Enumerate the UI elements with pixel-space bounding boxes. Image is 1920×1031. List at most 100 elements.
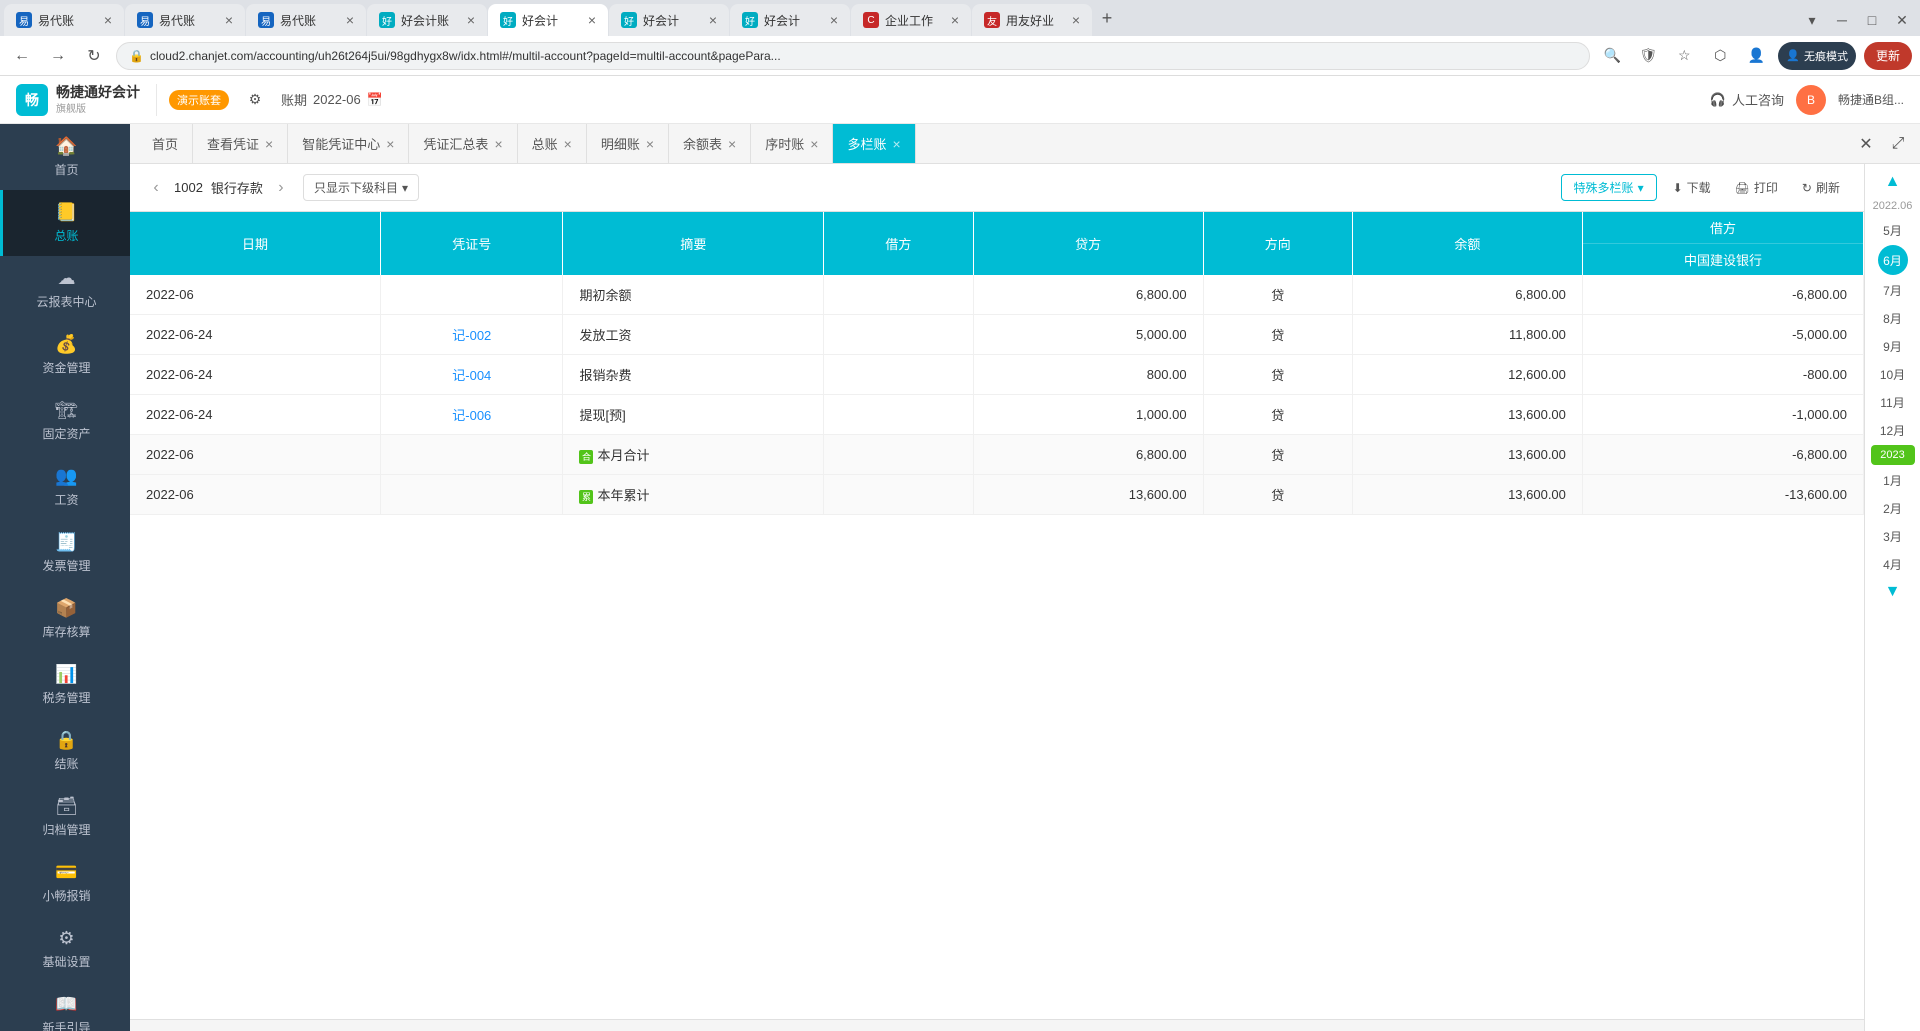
profile-button[interactable]: 👤 xyxy=(1742,42,1770,70)
tab-detail-ledger[interactable]: 明细账 × xyxy=(587,124,669,163)
shield-button[interactable]: 🛡 xyxy=(1634,42,1662,70)
calendar-icon[interactable]: 📅 xyxy=(367,92,383,108)
url-bar[interactable]: 🔒 cloud2.chanjet.com/accounting/uh26t264… xyxy=(116,42,1590,70)
cal-month-dec[interactable]: 12月 xyxy=(1871,417,1915,443)
new-tab-button[interactable]: + xyxy=(1093,4,1121,32)
bookmark-button[interactable]: ☆ xyxy=(1670,42,1698,70)
sidebar-item-guide[interactable]: 📖 新手引导 xyxy=(0,982,130,1031)
back-button[interactable]: ← xyxy=(8,42,36,70)
tab-multi-col[interactable]: 多栏账 × xyxy=(833,124,915,163)
browser-tab-5[interactable]: 好 好会计 × xyxy=(488,4,608,36)
cal-month-aug[interactable]: 8月 xyxy=(1871,305,1915,331)
browser-tab-7[interactable]: 好 好会计 × xyxy=(730,4,850,36)
download-button[interactable]: ⬇ 下载 xyxy=(1665,175,1719,200)
tab-view-voucher-close[interactable]: × xyxy=(265,136,273,152)
cal-month-nov[interactable]: 11月 xyxy=(1871,389,1915,415)
search-button[interactable]: 🔍 xyxy=(1598,42,1626,70)
cal-month-mar[interactable]: 3月 xyxy=(1871,523,1915,549)
ledger-table-container: 日期 凭证号 摘要 借方 贷方 方向 余额 借方 中国建设银行 xyxy=(130,212,1864,1019)
tab-dropdown-button[interactable]: ▾ xyxy=(1798,6,1826,34)
restore-button[interactable]: □ xyxy=(1858,6,1886,34)
tab-icon-6: 好 xyxy=(621,12,637,28)
row2-voucher[interactable]: 记-004 xyxy=(381,355,563,395)
cal-month-may[interactable]: 5月 xyxy=(1871,217,1915,243)
refresh-button[interactable]: ↻ 刷新 xyxy=(1794,175,1848,200)
funds-icon: 💰 xyxy=(55,334,77,355)
cal-month-jun[interactable]: 6月 xyxy=(1878,245,1908,275)
tab-multi-col-close[interactable]: × xyxy=(892,136,900,152)
sidebar-item-ledger[interactable]: 📒 总账 xyxy=(0,190,130,256)
bottom-scrollbar[interactable] xyxy=(130,1019,1864,1031)
multi-col-button[interactable]: 特殊多栏账 ▾ xyxy=(1561,174,1657,201)
next-account-button[interactable]: › xyxy=(271,178,291,198)
sidebar-item-home[interactable]: 🏠 首页 xyxy=(0,124,130,190)
tab-view-voucher[interactable]: 查看凭证 × xyxy=(193,124,288,163)
cal-month-jan[interactable]: 1月 xyxy=(1871,467,1915,493)
print-button[interactable]: 🖨 打印 xyxy=(1727,175,1786,200)
header-settings-icon[interactable]: ⚙ xyxy=(241,86,269,114)
browser-tab-4[interactable]: 好 好会计账 × xyxy=(367,4,487,36)
incognito-button[interactable]: 👤 无痕模式 xyxy=(1778,42,1856,70)
sidebar-item-fixed-assets[interactable]: 🏗 固定资产 xyxy=(0,388,130,454)
tab-balance-table-close[interactable]: × xyxy=(728,136,736,152)
tab-voucher-summary[interactable]: 凭证汇总表 × xyxy=(409,124,517,163)
sidebar-item-cloud-report[interactable]: ☁ 云报表中心 xyxy=(0,256,130,322)
update-button[interactable]: 更新 xyxy=(1864,42,1912,70)
tab-detail-ledger-close[interactable]: × xyxy=(646,136,654,152)
sidebar-item-inventory[interactable]: 📦 库存核算 xyxy=(0,586,130,652)
tab-smart-voucher-close[interactable]: × xyxy=(386,136,394,152)
reload-button[interactable]: ↻ xyxy=(80,42,108,70)
tab-time-ledger[interactable]: 序时账 × xyxy=(751,124,833,163)
tab-home[interactable]: 首页 xyxy=(138,124,193,163)
tab-close-2[interactable]: × xyxy=(225,12,233,28)
cal-month-sep[interactable]: 9月 xyxy=(1871,333,1915,359)
tab-close-7[interactable]: × xyxy=(830,12,838,28)
ai-consult-button[interactable]: 🎧 人工咨询 xyxy=(1710,90,1784,109)
close-panel-button[interactable]: ✕ xyxy=(1852,130,1880,158)
tab-close-9[interactable]: × xyxy=(1072,12,1080,28)
tab-close-6[interactable]: × xyxy=(709,12,717,28)
sidebar-item-closing[interactable]: 🔒 结账 xyxy=(0,718,130,784)
row1-voucher[interactable]: 记-002 xyxy=(381,315,563,355)
sidebar-item-payroll[interactable]: 👥 工资 xyxy=(0,454,130,520)
sidebar-item-settings[interactable]: ⚙ 基础设置 xyxy=(0,916,130,982)
row4-balance: 13,600.00 xyxy=(1352,435,1582,475)
cal-month-jul[interactable]: 7月 xyxy=(1871,277,1915,303)
sidebar-item-funds[interactable]: 💰 资金管理 xyxy=(0,322,130,388)
tab-close-3[interactable]: × xyxy=(346,12,354,28)
browser-tab-2[interactable]: 易 易代账 × xyxy=(125,4,245,36)
close-window-button[interactable]: ✕ xyxy=(1888,6,1916,34)
tab-close-4[interactable]: × xyxy=(467,12,475,28)
sidebar-item-archive[interactable]: 🗃 归档管理 xyxy=(0,784,130,850)
minimize-button[interactable]: ─ xyxy=(1828,6,1856,34)
browser-tab-8[interactable]: C 企业工作 × xyxy=(851,4,971,36)
tab-close-1[interactable]: × xyxy=(104,12,112,28)
tab-voucher-summary-close[interactable]: × xyxy=(494,136,502,152)
tab-close-5[interactable]: × xyxy=(588,12,596,28)
tab-smart-voucher[interactable]: 智能凭证中心 × xyxy=(288,124,409,163)
sidebar-item-tax[interactable]: 📊 税务管理 xyxy=(0,652,130,718)
browser-tab-9[interactable]: 友 用友好业 × xyxy=(972,4,1092,36)
expand-panel-button[interactable]: ⤢ xyxy=(1884,130,1912,158)
row3-voucher[interactable]: 记-006 xyxy=(381,395,563,435)
browser-tab-1[interactable]: 易 易代账 × xyxy=(4,4,124,36)
sidebar-item-expense[interactable]: 💳 小畅报销 xyxy=(0,850,130,916)
forward-button[interactable]: → xyxy=(44,42,72,70)
sidebar-item-invoice[interactable]: 🧾 发票管理 xyxy=(0,520,130,586)
tab-close-8[interactable]: × xyxy=(951,12,959,28)
tab-general-ledger[interactable]: 总账 × xyxy=(518,124,587,163)
browser-tab-3[interactable]: 易 易代账 × xyxy=(246,4,366,36)
cal-month-apr[interactable]: 4月 xyxy=(1871,551,1915,577)
filter-dropdown[interactable]: 只显示下级科目 ▾ xyxy=(303,174,419,201)
browser-tab-6[interactable]: 好 好会计 × xyxy=(609,4,729,36)
extension-button[interactable]: ⬡ xyxy=(1706,42,1734,70)
col-header-direction: 方向 xyxy=(1203,212,1352,275)
cal-month-oct[interactable]: 10月 xyxy=(1871,361,1915,387)
tab-time-ledger-close[interactable]: × xyxy=(810,136,818,152)
calendar-scroll-down[interactable]: ▼ xyxy=(1879,578,1907,606)
tab-general-ledger-close[interactable]: × xyxy=(564,136,572,152)
prev-account-button[interactable]: ‹ xyxy=(146,178,166,198)
tab-balance-table[interactable]: 余额表 × xyxy=(669,124,751,163)
cal-month-feb[interactable]: 2月 xyxy=(1871,495,1915,521)
calendar-scroll-up[interactable]: ▲ xyxy=(1879,168,1907,196)
